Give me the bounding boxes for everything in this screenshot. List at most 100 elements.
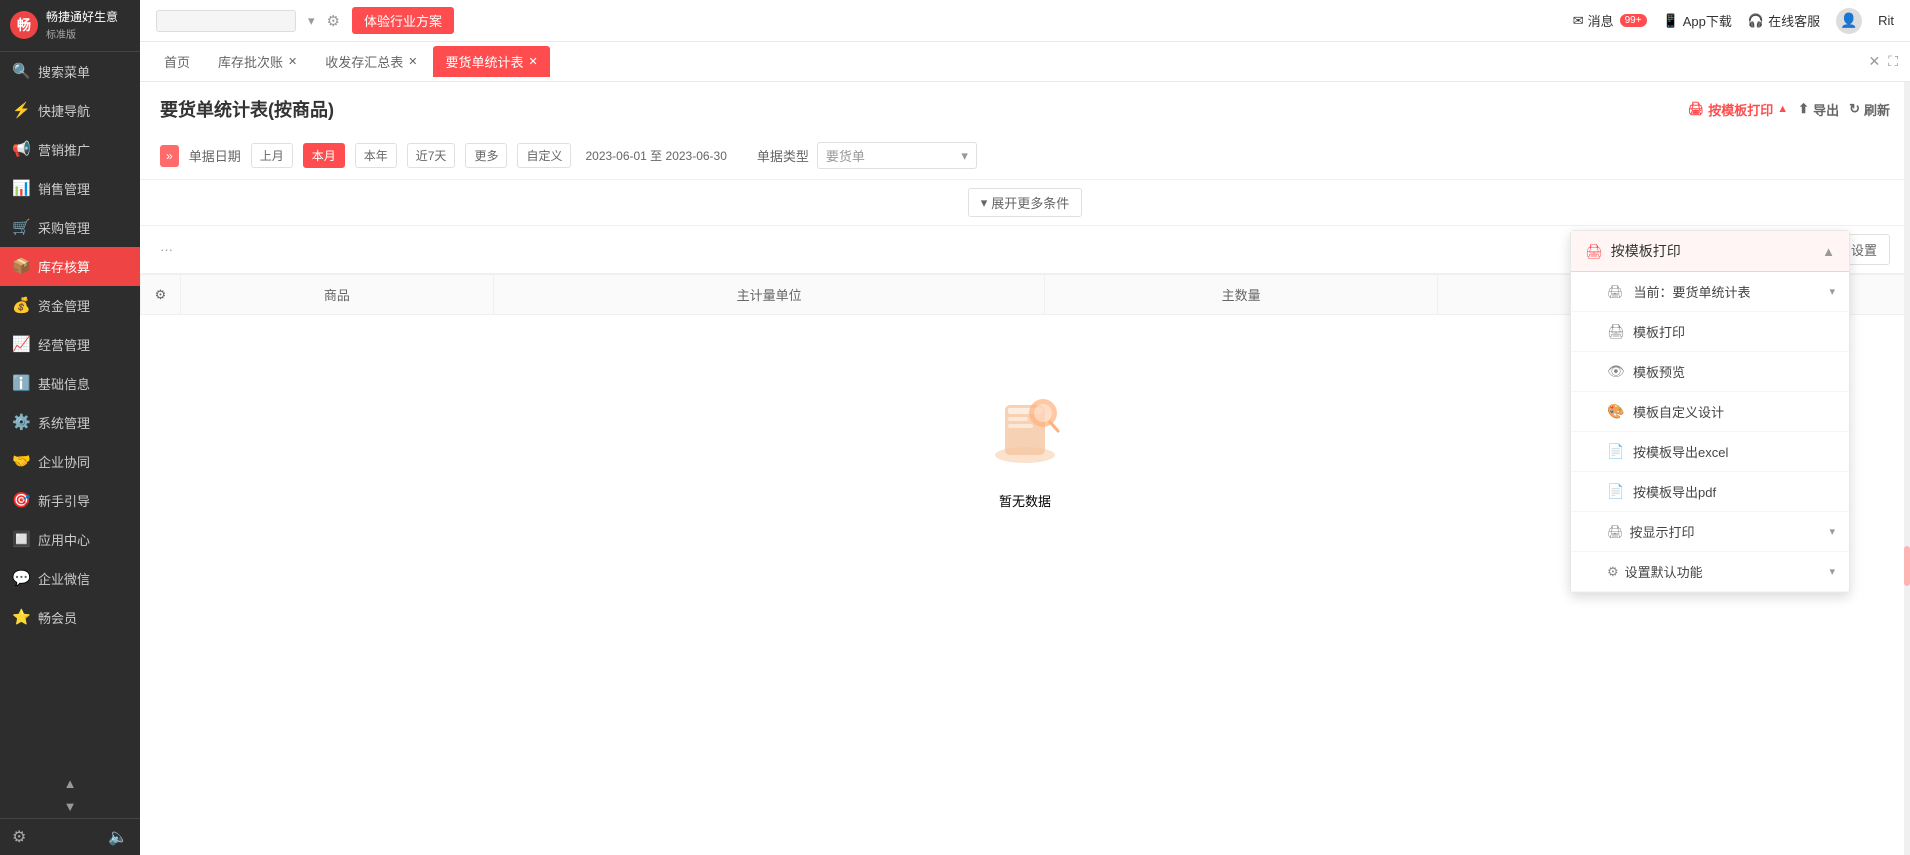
logo-icon: 畅	[10, 11, 38, 39]
finance-icon: 💰	[12, 296, 30, 314]
expand-more-btn[interactable]: ▾ 展开更多条件	[968, 188, 1083, 217]
print-dropdown-item-3[interactable]: 📄 按模板导出excel	[1571, 432, 1849, 472]
filter-order-type-label: 单据类型	[757, 146, 809, 165]
tab-expand-icon[interactable]: ⛶	[1888, 53, 1898, 70]
export-btn[interactable]: ⬆ 导出	[1798, 100, 1839, 119]
print-btn-area[interactable]: 🖨 按模板打印 ▲	[1688, 100, 1788, 119]
logo-badge: 标准版	[46, 26, 118, 41]
default-func-label: 设置默认功能	[1625, 562, 1830, 581]
sidebar-scroll-down[interactable]: ▼	[0, 795, 140, 818]
print-dropdown-item-2[interactable]: 🎨 模板自定义设计	[1571, 392, 1849, 432]
filter-date-this-year[interactable]: 本年	[355, 143, 397, 168]
topbar-gear-icon[interactable]: ⚙	[327, 12, 340, 30]
filter-date-this-month[interactable]: 本月	[303, 143, 345, 168]
sidebar-item-sales[interactable]: 📊 销售管理	[0, 169, 140, 208]
filter-order-type-select[interactable]: 要货单 ▾	[817, 142, 977, 169]
topbar-chevron-icon[interactable]: ▾	[308, 13, 315, 29]
col-settings[interactable]: ⚙	[141, 275, 181, 315]
sidebar-item-basics[interactable]: ℹ️ 基础信息	[0, 364, 140, 403]
more-actions-icon[interactable]: ···	[160, 242, 173, 257]
filter-date-last-month[interactable]: 上月	[251, 143, 293, 168]
filter-expand-btn[interactable]: »	[160, 145, 179, 167]
print-dropdown-display-print[interactable]: 🖨 按显示打印 ▾	[1571, 512, 1849, 552]
filter-bar: » 单据日期 上月 本月 本年 近7天 更多 自定义 2023-06-01 至 …	[140, 132, 1910, 180]
empty-text: 暂无数据	[999, 491, 1051, 510]
print-dropdown-header[interactable]: 🖨 按模板打印 ▲	[1571, 231, 1849, 272]
sidebar-item-operations[interactable]: 📈 经营管理	[0, 325, 140, 364]
sidebar-item-label: 快捷导航	[38, 101, 90, 120]
print-dropdown-chevron: ▲	[1822, 244, 1835, 259]
empty-illustration	[975, 375, 1075, 475]
user-avatar[interactable]: 👤	[1836, 8, 1862, 34]
refresh-btn[interactable]: ↻ 刷新	[1849, 100, 1890, 119]
topbar: ▾ ⚙ 体验行业方案 ✉ 消息 99+ 📱 App下载 🎧 在线客服 👤 Rit	[140, 0, 1910, 42]
sidebar-speaker-icon[interactable]: 🔈	[108, 827, 128, 847]
export-icon: ⬆	[1798, 101, 1809, 117]
print-btn-label: 按模板打印	[1708, 100, 1773, 119]
template-preview-icon: 👁	[1607, 363, 1623, 380]
trial-btn[interactable]: 体验行业方案	[352, 7, 454, 34]
marketing-icon: 📢	[12, 140, 30, 158]
inventory-icon: 📦	[12, 257, 30, 275]
filter-date-custom[interactable]: 自定义	[517, 143, 571, 168]
expand-more-label: 展开更多条件	[991, 193, 1069, 212]
sidebar-item-finance[interactable]: 💰 资金管理	[0, 286, 140, 325]
col-goods: 商品	[181, 275, 494, 315]
topbar-app-download[interactable]: 📱 App下载	[1663, 11, 1732, 30]
filter-date-range: 2023-06-01 至 2023-06-30	[585, 147, 726, 164]
tab-inventory-batch-close[interactable]: ✕	[288, 55, 297, 68]
col-unit: 主计量单位	[493, 275, 1045, 315]
sidebar-settings-icon[interactable]: ⚙	[12, 827, 26, 847]
template-excel-label: 按模板导出excel	[1633, 442, 1728, 461]
print-dropdown-default-func[interactable]: ⚙ 设置默认功能 ▾	[1571, 552, 1849, 592]
tab-order-stats-close[interactable]: ✕	[529, 55, 538, 68]
tab-order-stats[interactable]: 要货单统计表 ✕	[433, 46, 549, 77]
display-print-label: 按显示打印	[1630, 522, 1830, 541]
filter-date-more[interactable]: 更多	[465, 143, 507, 168]
sidebar-search[interactable]: 🔍 搜索菜单	[0, 52, 140, 91]
print-dropdown-item-4[interactable]: 📄 按模板导出pdf	[1571, 472, 1849, 512]
template-pdf-label: 按模板导出pdf	[1633, 482, 1716, 501]
content-area: 要货单统计表(按商品) 🖨 按模板打印 ▲ ⬆ 导出 ↻ 刷新	[140, 82, 1910, 855]
sidebar-item-purchase[interactable]: 🛒 采购管理	[0, 208, 140, 247]
print-dropdown-item-1[interactable]: 👁 模板预览	[1571, 352, 1849, 392]
display-print-arrow: ▾	[1829, 525, 1835, 538]
sidebar-item-marketing[interactable]: 📢 营销推广	[0, 130, 140, 169]
sidebar-item-label: 经营管理	[38, 335, 90, 354]
sidebar-item-enterprise-wx[interactable]: 💬 企业微信	[0, 559, 140, 598]
tab-home[interactable]: 首页	[152, 46, 202, 77]
basics-icon: ℹ️	[12, 374, 30, 392]
sidebar-item-guide[interactable]: 🎯 新手引导	[0, 481, 140, 520]
sidebar-item-system[interactable]: ⚙️ 系统管理	[0, 403, 140, 442]
topbar-username[interactable]: Rit	[1878, 13, 1894, 28]
print-dropdown-item-0[interactable]: 🖨 模板打印	[1571, 312, 1849, 352]
print-chevron-icon: ▲	[1777, 103, 1788, 115]
filter-order-type-value: 要货单	[826, 146, 957, 165]
sidebar-item-inventory[interactable]: 📦 库存核算	[0, 247, 140, 286]
tabs-bar-right: ✕ ⛶	[1868, 53, 1898, 70]
sidebar-item-collab[interactable]: 🤝 企业协同	[0, 442, 140, 481]
topbar-messages[interactable]: ✉ 消息 99+	[1573, 11, 1647, 30]
tab-close-icon[interactable]: ✕	[1868, 53, 1880, 70]
printer-header-icon: 🖨	[1585, 243, 1603, 260]
topbar-search-input[interactable]	[156, 10, 296, 32]
default-func-arrow: ▾	[1829, 565, 1835, 578]
headset-icon: 🎧	[1748, 13, 1764, 29]
sidebar-item-quick-nav[interactable]: ⚡ 快捷导航	[0, 91, 140, 130]
sidebar-item-app-center[interactable]: 🔲 应用中心	[0, 520, 140, 559]
sidebar-scroll-up[interactable]: ▲	[0, 772, 140, 795]
tab-inventory-batch[interactable]: 库存批次账 ✕	[206, 46, 309, 77]
filter-date-label: 单据日期	[189, 146, 241, 165]
sidebar-item-vip[interactable]: ⭐ 畅会员	[0, 598, 140, 637]
scrollbar-thumb	[1904, 546, 1910, 586]
printer-icon: 🖨	[1688, 101, 1705, 117]
right-scrollbar[interactable]	[1904, 82, 1910, 855]
tab-receipt-summary-close[interactable]: ✕	[408, 55, 417, 68]
print-dropdown-current[interactable]: 🖨 当前：要货单统计表 ▾	[1571, 272, 1849, 312]
sidebar-bottom: ⚙ 🔈	[0, 818, 140, 855]
quick-nav-icon: ⚡	[12, 101, 30, 119]
filter-date-7days[interactable]: 近7天	[407, 143, 456, 168]
topbar-online-service[interactable]: 🎧 在线客服	[1748, 11, 1820, 30]
tab-receipt-summary[interactable]: 收发存汇总表 ✕	[313, 46, 429, 77]
sidebar-item-label: 畅会员	[38, 608, 77, 627]
